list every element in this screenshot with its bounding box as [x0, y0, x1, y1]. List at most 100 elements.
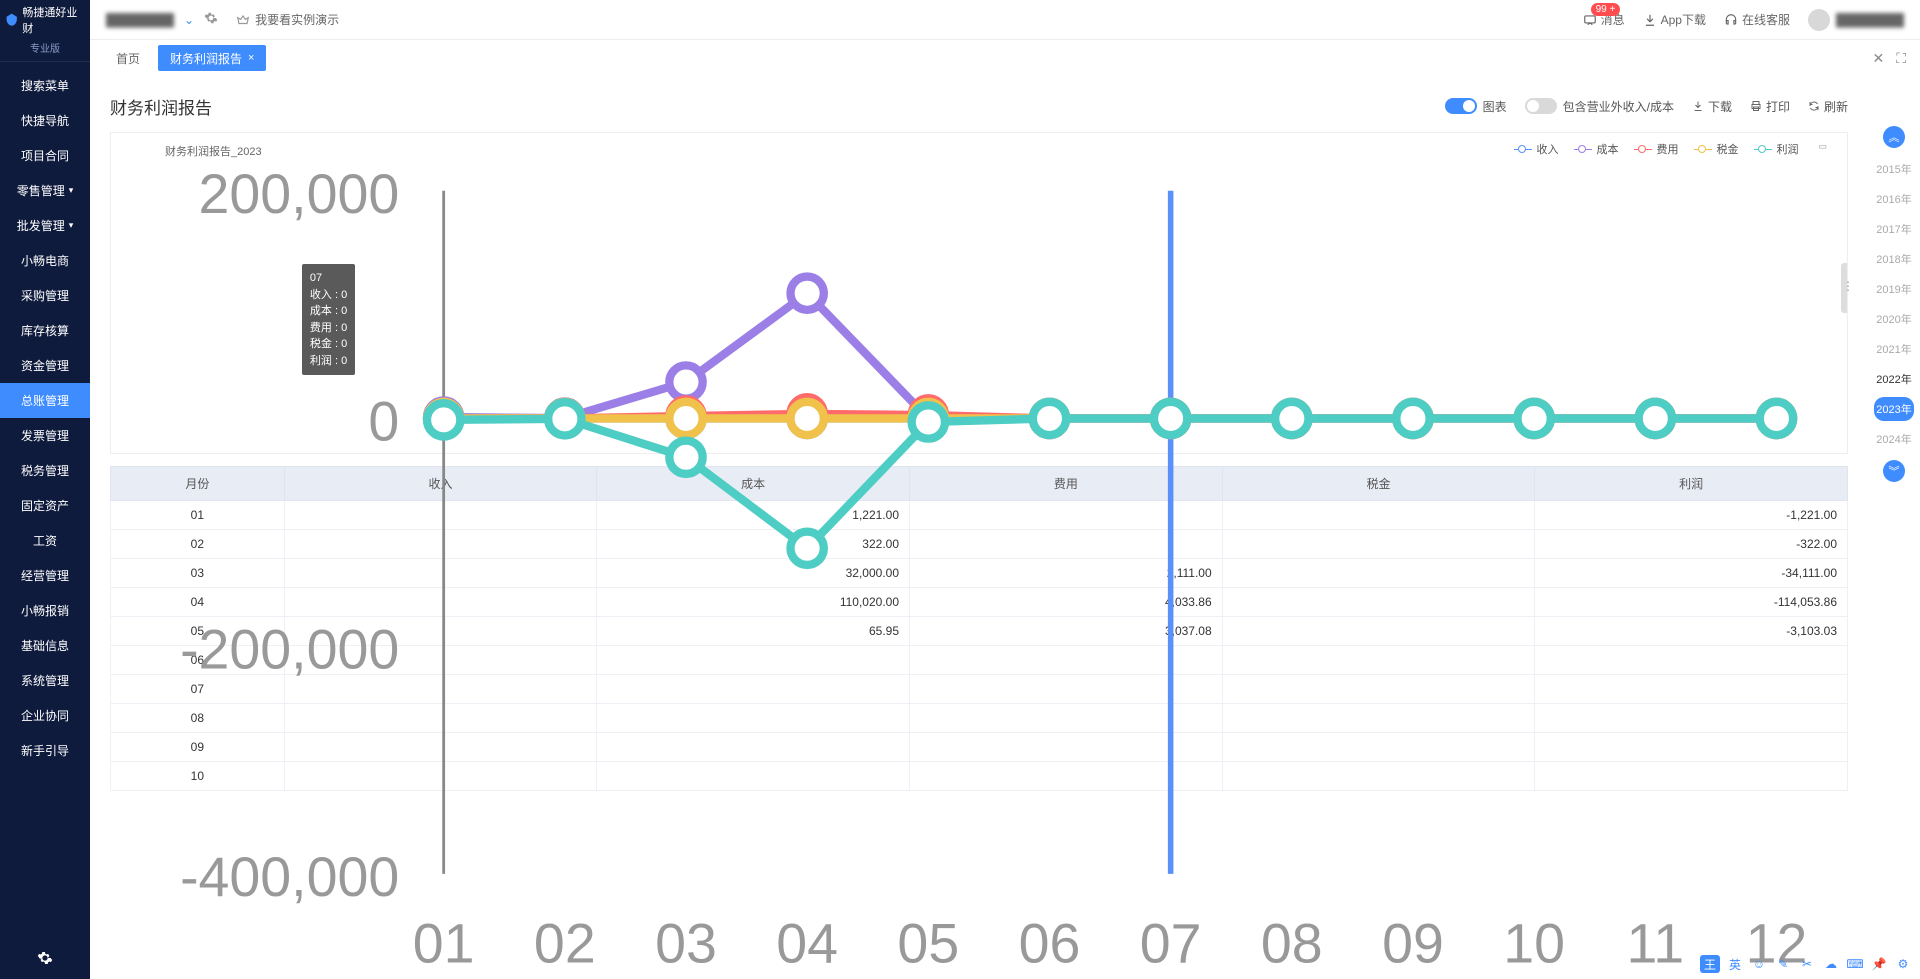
- page-title: 财务利润报告: [110, 94, 212, 119]
- legend-collapse-icon[interactable]: ▭: [1818, 141, 1827, 157]
- ime-pin-icon[interactable]: 📌: [1870, 955, 1888, 973]
- user-menu[interactable]: ████████: [1808, 9, 1904, 31]
- ime-badge[interactable]: 王: [1700, 955, 1720, 973]
- year-option[interactable]: 2015年: [1868, 154, 1920, 184]
- close-icon[interactable]: ×: [248, 52, 254, 64]
- sidebar-item-18[interactable]: 企业协同: [0, 698, 90, 733]
- svg-text:10: 10: [1503, 913, 1565, 975]
- svg-text:03: 03: [655, 913, 717, 975]
- sidebar-item-15[interactable]: 小畅报销: [0, 593, 90, 628]
- legend-income[interactable]: 收入: [1514, 141, 1558, 157]
- tab-profit-report[interactable]: 财务利润报告×: [158, 45, 266, 71]
- sidebar-item-8[interactable]: 资金管理: [0, 348, 90, 383]
- year-option[interactable]: 2019年: [1868, 274, 1920, 304]
- ime-cloud-icon[interactable]: ☁: [1822, 955, 1840, 973]
- sidebar-item-10[interactable]: 发票管理: [0, 418, 90, 453]
- svg-text:01: 01: [413, 913, 475, 975]
- legend-cost[interactable]: 成本: [1574, 141, 1618, 157]
- content-area: 财务利润报告 图表 包含营业外收入/成本 下载 打印 刷新: [90, 76, 1868, 979]
- svg-text:07: 07: [1140, 913, 1202, 975]
- message-badge: 99 +: [1591, 3, 1621, 16]
- tabstrip: 首页 财务利润报告× ✕ ⛶: [90, 40, 1920, 76]
- include-toggle-label: 包含营业外收入/成本: [1563, 98, 1674, 115]
- ime-toolbar: 王 英 ☺ ✎ ✂ ☁ ⌨ 📌 ⚙: [1700, 955, 1912, 973]
- messages-button[interactable]: 99 + 消息: [1583, 11, 1625, 28]
- page-toolbar: 财务利润报告 图表 包含营业外收入/成本 下载 打印 刷新: [110, 88, 1848, 124]
- sidebar-item-12[interactable]: 固定资产: [0, 488, 90, 523]
- year-panel: ︽ 2015年2016年2017年2018年2019年2020年2021年202…: [1868, 120, 1920, 488]
- settings-button[interactable]: [0, 950, 90, 969]
- ime-cut-icon[interactable]: ✂: [1798, 955, 1816, 973]
- chart-toggle[interactable]: [1445, 98, 1477, 114]
- ime-keyboard-icon[interactable]: ⌨: [1846, 955, 1864, 973]
- ime-edit-icon[interactable]: ✎: [1774, 955, 1792, 973]
- sidebar-item-6[interactable]: 采购管理: [0, 278, 90, 313]
- close-all-icon[interactable]: ✕: [1872, 50, 1884, 67]
- topbar: ████████ ⌄ 我要看实例演示 99 + 消息 App下载 在线客服 ██…: [90, 0, 1920, 40]
- year-option[interactable]: 2023年: [1874, 397, 1914, 421]
- chart-tooltip: 07 收入 : 0 成本 : 0 费用 : 0 税金 : 0 利润 : 0: [302, 264, 355, 375]
- fullscreen-icon[interactable]: ⛶: [1896, 50, 1906, 67]
- panel-drag-handle[interactable]: [1841, 263, 1847, 313]
- tab-home[interactable]: 首页: [104, 45, 152, 71]
- ime-lang[interactable]: 英: [1726, 955, 1744, 973]
- include-toggle[interactable]: [1525, 98, 1557, 114]
- svg-text:-200,000: -200,000: [180, 618, 399, 680]
- org-dropdown-caret[interactable]: ⌄: [184, 13, 194, 27]
- legend-expense[interactable]: 费用: [1634, 141, 1678, 157]
- org-selector[interactable]: ████████: [106, 13, 174, 27]
- sidebar-item-16[interactable]: 基础信息: [0, 628, 90, 663]
- download-icon: [1692, 100, 1704, 112]
- svg-text:0: 0: [368, 391, 399, 453]
- ime-settings-icon[interactable]: ⚙: [1894, 955, 1912, 973]
- sidebar-item-17[interactable]: 系统管理: [0, 663, 90, 698]
- chart-legend: 收入 成本 费用 税金 利润 ▭: [1514, 141, 1827, 157]
- year-option[interactable]: 2017年: [1868, 214, 1920, 244]
- headset-icon: [1724, 13, 1738, 27]
- demo-link[interactable]: 我要看实例演示: [236, 11, 339, 28]
- svg-text:200,000: 200,000: [199, 163, 400, 225]
- svg-text:-400,000: -400,000: [180, 846, 399, 908]
- sidebar-item-2[interactable]: 项目合同: [0, 138, 90, 173]
- sidebar-item-3[interactable]: 零售管理▾: [0, 173, 90, 208]
- svg-text:08: 08: [1261, 913, 1323, 975]
- sidebar: 畅捷通好业财 专业版 搜索菜单快捷导航项目合同零售管理▾批发管理▾小畅电商采购管…: [0, 0, 90, 979]
- app-download-button[interactable]: App下载: [1643, 11, 1706, 28]
- online-service-button[interactable]: 在线客服: [1724, 11, 1790, 28]
- year-down-button[interactable]: ︾: [1883, 460, 1905, 482]
- download-button[interactable]: 下载: [1692, 98, 1732, 115]
- year-option[interactable]: 2021年: [1868, 334, 1920, 364]
- year-option[interactable]: 2022年: [1868, 364, 1920, 394]
- year-option[interactable]: 2024年: [1868, 424, 1920, 454]
- sidebar-item-11[interactable]: 税务管理: [0, 453, 90, 488]
- sidebar-item-13[interactable]: 工资: [0, 523, 90, 558]
- print-button[interactable]: 打印: [1750, 98, 1790, 115]
- svg-text:09: 09: [1382, 913, 1444, 975]
- sidebar-item-19[interactable]: 新手引导: [0, 733, 90, 768]
- chart-container: 财务利润报告_2023 收入 成本 费用 税金 利润 ▭ -400,000-20…: [110, 132, 1848, 454]
- brand-icon: [4, 12, 19, 28]
- legend-tax[interactable]: 税金: [1694, 141, 1738, 157]
- year-option[interactable]: 2016年: [1868, 184, 1920, 214]
- brand-logo: 畅捷通好业财: [0, 0, 90, 40]
- svg-text:04: 04: [776, 913, 838, 975]
- download-icon: [1643, 13, 1657, 27]
- sidebar-item-0[interactable]: 搜索菜单: [0, 68, 90, 103]
- year-option[interactable]: 2018年: [1868, 244, 1920, 274]
- chart-toggle-label: 图表: [1483, 98, 1507, 115]
- year-up-button[interactable]: ︽: [1883, 126, 1905, 148]
- avatar: [1808, 9, 1830, 31]
- sidebar-item-1[interactable]: 快捷导航: [0, 103, 90, 138]
- sidebar-item-5[interactable]: 小畅电商: [0, 243, 90, 278]
- sidebar-item-9[interactable]: 总账管理: [0, 383, 90, 418]
- sidebar-item-7[interactable]: 库存核算: [0, 313, 90, 348]
- sidebar-item-14[interactable]: 经营管理: [0, 558, 90, 593]
- refresh-button[interactable]: 刷新: [1808, 98, 1848, 115]
- legend-profit[interactable]: 利润: [1754, 141, 1798, 157]
- year-option[interactable]: 2020年: [1868, 304, 1920, 334]
- ime-emoji-icon[interactable]: ☺: [1750, 955, 1768, 973]
- sidebar-item-4[interactable]: 批发管理▾: [0, 208, 90, 243]
- line-chart[interactable]: -400,000-200,0000200,0000102030405060708…: [166, 163, 1832, 979]
- org-settings-icon[interactable]: [204, 11, 218, 28]
- main-menu: 搜索菜单快捷导航项目合同零售管理▾批发管理▾小畅电商采购管理库存核算资金管理总账…: [0, 62, 90, 768]
